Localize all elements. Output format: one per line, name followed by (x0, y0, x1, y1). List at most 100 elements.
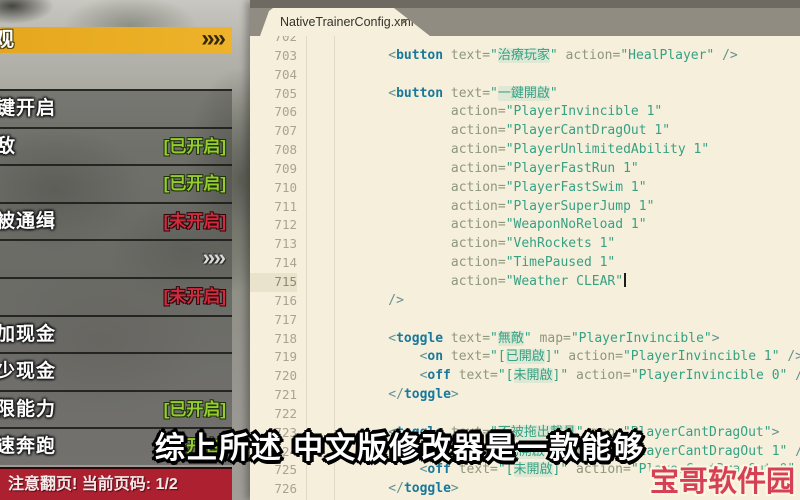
status-badge: [未开启] (163, 211, 226, 231)
code-line[interactable]: 714 action="TimePaused 1" (250, 254, 800, 273)
code-token: text= (450, 330, 491, 346)
code-text: <off text="[未開啟]" action="PlayerInvincib… (297, 367, 800, 386)
code-token: action= (576, 368, 631, 384)
code-line[interactable]: 721 </toggle> (250, 386, 800, 405)
code-text: action="PlayerUnlimitedAbility 1" (297, 141, 709, 160)
code-token: 無敵 (497, 330, 524, 346)
code-line[interactable]: 705 <button text="一鍵開啟" (250, 85, 800, 104)
code-line[interactable]: 722 (250, 405, 800, 424)
line-number: 719 (274, 349, 297, 365)
code-line[interactable]: 718 <toggle text="無敵" map="PlayerInvinci… (250, 330, 800, 349)
trainer-menu-header[interactable]: 观 »» (0, 27, 232, 53)
status-badge: [未开启] (163, 286, 226, 306)
code-line[interactable]: 703 <button text="治療玩家" action="HealPlay… (250, 47, 800, 66)
line-number: 718 (274, 330, 297, 346)
code-line[interactable]: 720 <off text="[未開啟]" action="PlayerInvi… (250, 367, 800, 386)
line-number: 716 (274, 292, 297, 308)
editor-top-strip (250, 0, 800, 8)
code-token: action= (450, 273, 506, 289)
line-number: 703 (274, 47, 297, 63)
code-line[interactable]: 715 action="Weather CLEAR" (250, 272, 800, 292)
code-token: toggle (403, 387, 451, 403)
menu-row[interactable]: 加现金 (0, 314, 232, 353)
menu-row[interactable]: [已开启] (0, 164, 232, 202)
code-token: "VehRockets 1" (505, 236, 616, 252)
code-line[interactable]: 713 action="VehRockets 1" (250, 235, 800, 254)
code-token: " (490, 85, 498, 101)
code-line[interactable]: 716 /> (250, 292, 800, 311)
code-line[interactable]: 704 (250, 66, 800, 85)
site-watermark: 宝哥软件园 (650, 466, 796, 498)
line-number: 710 (274, 179, 297, 195)
code-line[interactable]: 707 action="PlayerCantDragOut 1" (250, 122, 800, 141)
code-token: </ (388, 481, 404, 497)
code-text: action="PlayerInvincible 1" (297, 103, 662, 122)
chevron-right-icon: »» (202, 244, 226, 271)
code-token: action= (450, 198, 506, 214)
line-number: 714 (274, 255, 297, 271)
code-text: action="PlayerSuperJump 1" (297, 198, 655, 217)
code-token: map= (539, 330, 571, 346)
menu-row-label: 敌 (0, 135, 17, 157)
code-line[interactable]: 702 (250, 36, 800, 47)
code-line[interactable]: 706 action="PlayerInvincible 1" (250, 103, 800, 122)
tab-nativetrainerconfig[interactable]: NativeTrainerConfig.xml × (260, 8, 430, 36)
code-line[interactable]: 711 action="PlayerSuperJump 1" (250, 198, 800, 217)
menu-row-label: 加现金 (0, 323, 57, 345)
menu-row[interactable]: [未开启] (0, 276, 232, 315)
code-token: /> (787, 368, 800, 383)
menu-row[interactable]: »» (0, 239, 232, 277)
code-token: text= (450, 47, 491, 63)
line-number: 702 (274, 36, 297, 44)
code-text: action="VehRockets 1" (297, 235, 615, 254)
code-line[interactable]: 709 action="PlayerFastRun 1" (250, 160, 800, 179)
code-token: action= (450, 217, 506, 233)
line-number: 713 (274, 236, 297, 252)
page-indicator-bar: 注意翻页! 当前页码: 1/2 (0, 467, 232, 500)
line-number: 706 (274, 104, 297, 120)
code-token: on (427, 349, 444, 365)
status-badge: [已开启] (163, 136, 226, 156)
menu-row[interactable]: 少现金 (0, 352, 232, 390)
code-line[interactable]: 708 action="PlayerUnlimitedAbility 1" (250, 141, 800, 160)
menu-row[interactable]: 被通缉 [未开启] (0, 201, 232, 240)
code-token: action= (450, 236, 506, 252)
code-line[interactable]: 717 (250, 311, 800, 330)
code-token: action= (450, 160, 506, 176)
line-number: 721 (274, 387, 297, 403)
code-token: "[ (490, 349, 506, 365)
code-token: " (490, 47, 498, 63)
code-token: action= (450, 179, 506, 195)
line-number: 712 (274, 217, 297, 233)
code-text: <on text="[已開啟]" action="PlayerInvincibl… (297, 348, 800, 367)
code-line[interactable]: 712 action="WeaponNoReload 1" (250, 216, 800, 235)
menu-row[interactable]: 敌 [已开启] (0, 126, 232, 165)
code-token: "PlayerInvincible 0" (630, 368, 788, 384)
menu-row[interactable]: 限能力 [已开启] (0, 389, 232, 428)
code-token: "WeaponNoReload 1" (505, 217, 647, 233)
menu-row[interactable]: 键开启 (0, 89, 232, 127)
code-token: text= (450, 349, 491, 365)
menu-row-label: 少现金 (0, 361, 57, 383)
code-text: action="PlayerCantDragOut 1" (297, 122, 670, 141)
code-token: "PlayerFastRun 1" (505, 160, 639, 176)
code-text: action="PlayerFastRun 1" (297, 160, 639, 179)
tab-close-icon[interactable]: × (400, 8, 408, 36)
line-number: 711 (274, 198, 297, 214)
code-token: < (388, 47, 397, 63)
code-line[interactable]: 710 action="PlayerFastSwim 1" (250, 179, 800, 198)
code-line[interactable]: 719 <on text="[已開啟]" action="PlayerInvin… (250, 348, 800, 367)
code-token: text= (450, 85, 491, 101)
